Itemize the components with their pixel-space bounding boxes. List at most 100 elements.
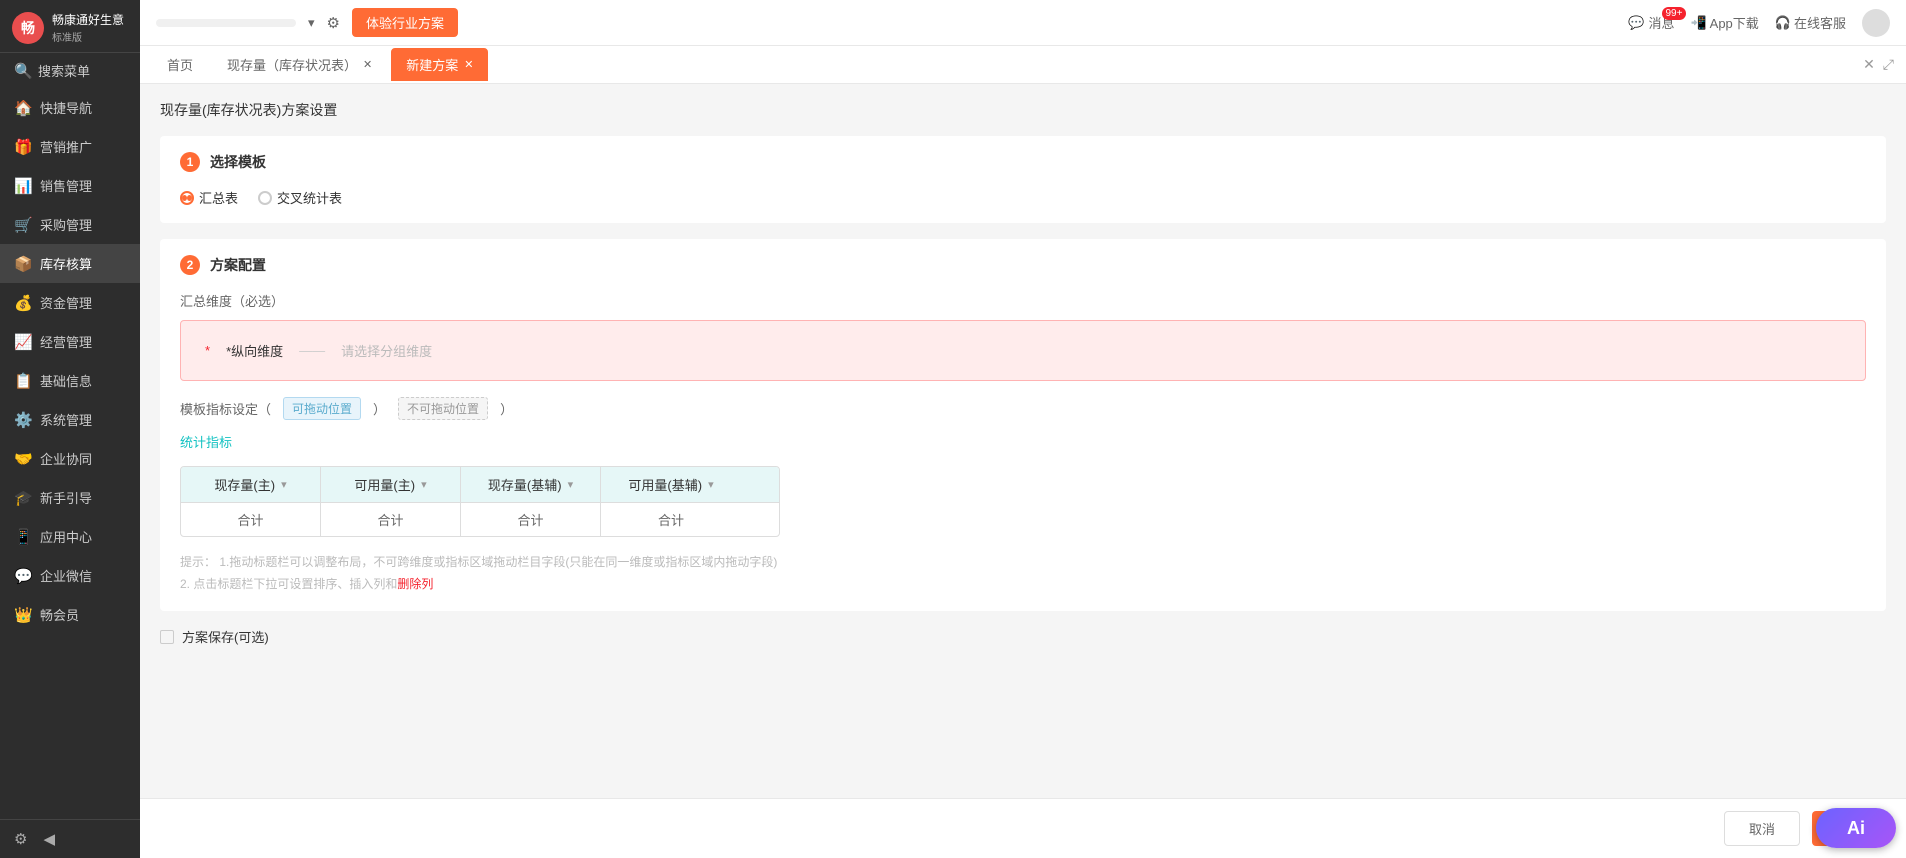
expand-icon[interactable]: ⤢ <box>1883 56 1894 73</box>
col-available-main[interactable]: 可用量(主) ▾ <box>321 467 461 502</box>
sidebar-item-finance[interactable]: 💰 资金管理 <box>0 283 140 322</box>
logo-text: 畅康通好生意 <box>52 12 124 29</box>
cell-current-main: 合计 <box>181 503 321 536</box>
online-service-button[interactable]: 🎧 在线客服 <box>1775 13 1846 32</box>
service-label: 在线客服 <box>1794 13 1846 32</box>
sidebar-search-label: 搜索菜单 <box>38 61 90 80</box>
sidebar-item-label: 采购管理 <box>40 215 92 234</box>
save-label: 方案保存(可选) <box>182 627 269 646</box>
save-checkbox[interactable] <box>160 630 174 644</box>
trend-icon: 📈 <box>14 333 32 351</box>
tab-new-plan[interactable]: 新建方案 ✕ <box>391 48 488 81</box>
cell-current-aux: 合计 <box>461 503 601 536</box>
app-label: App下载 <box>1710 13 1759 32</box>
content-area: 现存量(库存状况表)方案设置 1 选择模板 汇总表 交叉统计表 <box>140 84 1906 798</box>
sidebar-item-label: 销售管理 <box>40 176 92 195</box>
tips-section: 提示： 1.拖动标题栏可以调整布局，不可跨维度或指标区域拖动栏目字段(只能在同一… <box>180 552 1866 595</box>
sidebar-item-newbie[interactable]: 🎓 新手引导 <box>0 478 140 517</box>
sidebar-item-label: 畅会员 <box>40 605 79 624</box>
crown-icon: 👑 <box>14 606 32 624</box>
step1-card: 1 选择模板 汇总表 交叉统计表 <box>160 136 1886 223</box>
step2-card: 2 方案配置 汇总维度（必选） * *纵向维度 —— 请选择分组维度 模板指标设… <box>160 239 1886 611</box>
stats-label: 统计指标 <box>180 432 1866 451</box>
step1-badge: 1 <box>180 152 200 172</box>
sidebar-item-wechat[interactable]: 💬 企业微信 <box>0 556 140 595</box>
sidebar-item-purchase[interactable]: 🛒 采购管理 <box>0 205 140 244</box>
tab-home[interactable]: 首页 <box>152 48 208 81</box>
indicator-setting-prefix: 模板指标设定（ <box>180 399 271 418</box>
app-download-button[interactable]: 📲 App下载 <box>1690 13 1758 32</box>
col-dropdown-icon[interactable]: ▾ <box>421 478 427 491</box>
cancel-button[interactable]: 取消 <box>1724 811 1800 846</box>
sidebar-item-corp[interactable]: 🤝 企业协同 <box>0 439 140 478</box>
settings-icon[interactable]: ⚙ <box>14 830 27 848</box>
money-icon: 💰 <box>14 294 32 312</box>
col-dropdown-icon[interactable]: ▾ <box>568 478 574 491</box>
col-dropdown-icon[interactable]: ▾ <box>708 478 714 491</box>
step1-title: 选择模板 <box>210 152 266 172</box>
tab-inventory-label: 现存量（库存状况表） <box>227 55 357 74</box>
stats-table-header: 现存量(主) ▾ 可用量(主) ▾ 现存量(基辅) ▾ 可用量(基辅) ▾ <box>181 467 779 502</box>
col-dropdown-icon[interactable]: ▾ <box>281 478 287 491</box>
graduate-icon: 🎓 <box>14 489 32 507</box>
cell-available-main: 合计 <box>321 503 461 536</box>
sidebar-item-label: 资金管理 <box>40 293 92 312</box>
sidebar-search[interactable]: 🔍 搜索菜单 <box>0 53 140 88</box>
tabs-bar: 首页 现存量（库存状况表） ✕ 新建方案 ✕ ✕ ⤢ <box>140 46 1906 84</box>
col-current-aux[interactable]: 现存量(基辅) ▾ <box>461 467 601 502</box>
user-avatar[interactable] <box>1862 9 1890 37</box>
sidebar-item-label: 库存核算 <box>40 254 92 273</box>
sidebar-item-operations[interactable]: 📈 经营管理 <box>0 322 140 361</box>
sidebar-item-sales[interactable]: 📊 销售管理 <box>0 166 140 205</box>
ai-label: Ai <box>1847 818 1865 839</box>
radio-cross[interactable]: 交叉统计表 <box>258 188 342 207</box>
box-icon: 📦 <box>14 255 32 273</box>
tab-new-plan-close-icon[interactable]: ✕ <box>464 58 473 71</box>
dimension-area[interactable]: * *纵向维度 —— 请选择分组维度 <box>180 320 1866 381</box>
col-available-main-label: 可用量(主) <box>354 475 415 494</box>
message-badge: 99+ <box>1662 7 1687 20</box>
wechat-icon: 💬 <box>14 567 32 585</box>
sidebar-item-label: 经营管理 <box>40 332 92 351</box>
collapse-icon[interactable]: ◀ <box>43 830 55 848</box>
sidebar-item-marketing[interactable]: 🎁 营销推广 <box>0 127 140 166</box>
topbar-gear-icon[interactable]: ⚙ <box>327 14 340 32</box>
mobile-download-icon: 📲 <box>1690 15 1706 31</box>
radio-cross-label: 交叉统计表 <box>277 188 342 207</box>
sidebar-item-label: 快捷导航 <box>40 98 92 117</box>
sidebar-item-label: 新手引导 <box>40 488 92 507</box>
indicator-setting-end: ） <box>500 399 513 418</box>
tab-home-label: 首页 <box>167 55 193 74</box>
save-option: 方案保存(可选) <box>160 627 1886 646</box>
topbar-dropdown[interactable]: ▾ <box>308 15 315 31</box>
sidebar-item-basic[interactable]: 📋 基础信息 <box>0 361 140 400</box>
logo-badge: 标准版 <box>52 29 124 44</box>
col-available-aux-label: 可用量(基辅) <box>628 475 702 494</box>
indicator-setting-suffix: ） <box>373 399 386 418</box>
cart-icon: 🛒 <box>14 216 32 234</box>
headset-icon: 🎧 <box>1775 15 1791 31</box>
sidebar-item-system[interactable]: ⚙️ 系统管理 <box>0 400 140 439</box>
tip-1: 提示： 1.拖动标题栏可以调整布局，不可跨维度或指标区域拖动栏目字段(只能在同一… <box>180 552 1866 574</box>
sidebar-item-label: 企业微信 <box>40 566 92 585</box>
trial-button[interactable]: 体验行业方案 <box>352 8 458 37</box>
dimension-dash: —— <box>299 343 325 358</box>
sidebar-logo: 畅 畅康通好生意 标准版 <box>0 0 140 53</box>
radio-summary[interactable]: 汇总表 <box>180 188 238 207</box>
sidebar-item-member[interactable]: 👑 畅会员 <box>0 595 140 634</box>
ai-float-button[interactable]: Ai <box>1816 808 1896 848</box>
message-button[interactable]: 💬 消息 99+ <box>1628 13 1674 32</box>
col-available-aux[interactable]: 可用量(基辅) ▾ <box>601 467 741 502</box>
sidebar-item-appstore[interactable]: 📱 应用中心 <box>0 517 140 556</box>
col-current-aux-label: 现存量(基辅) <box>488 475 562 494</box>
sidebar-item-inventory[interactable]: 📦 库存核算 <box>0 244 140 283</box>
chart-icon: 📊 <box>14 177 32 195</box>
sidebar-item-quick-nav[interactable]: 🏠 快捷导航 <box>0 88 140 127</box>
radio-summary-dot <box>180 191 194 205</box>
page-title: 现存量(库存状况表)方案设置 <box>160 100 1886 120</box>
tab-inventory-status[interactable]: 现存量（库存状况表） ✕ <box>212 48 387 81</box>
close-panel-icon[interactable]: ✕ <box>1863 56 1875 73</box>
col-current-main[interactable]: 现存量(主) ▾ <box>181 467 321 502</box>
tabs-right: ✕ ⤢ <box>1863 56 1894 73</box>
tab-close-icon[interactable]: ✕ <box>363 58 372 71</box>
